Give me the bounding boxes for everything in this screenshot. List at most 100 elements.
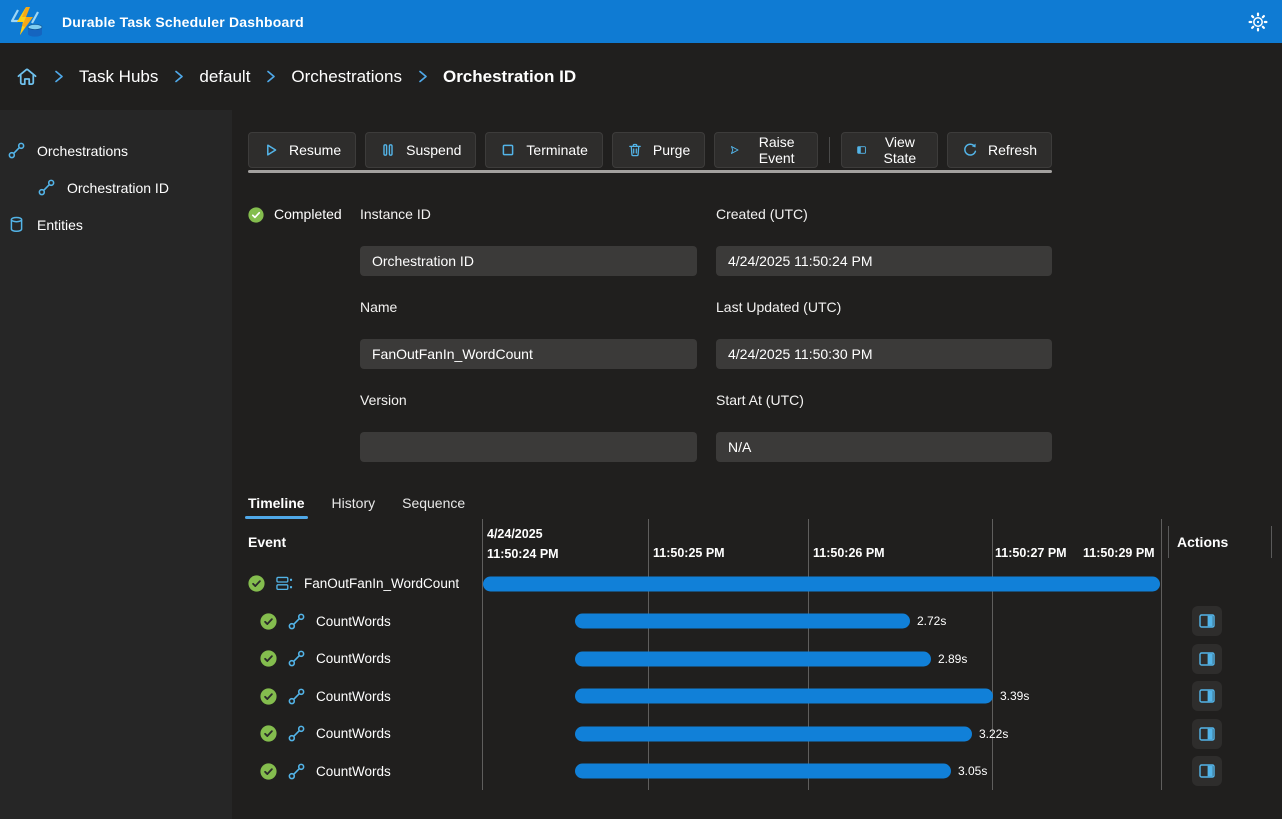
created-input[interactable]	[716, 246, 1052, 276]
app-logo-icon	[10, 6, 44, 38]
event-name: FanOutFanIn_WordCount	[304, 576, 459, 591]
actions-cell	[1161, 681, 1282, 711]
axis-tick: 11:50:26 PM	[813, 546, 885, 560]
split-panel-icon	[1199, 689, 1215, 703]
status-label: Completed	[274, 206, 342, 222]
toolbar-divider	[248, 170, 1052, 173]
event-name: CountWords	[316, 726, 391, 741]
refresh-icon	[962, 142, 978, 158]
link-icon	[288, 688, 305, 705]
sidebar-item-label: Orchestration ID	[67, 180, 169, 196]
duration-label: 3.39s	[1000, 689, 1029, 703]
settings-gear-icon[interactable]	[1248, 12, 1268, 32]
sidebar-item-orchestration-id[interactable]: Orchestration ID	[0, 169, 232, 206]
gantt-cell: 2.89s	[482, 640, 1161, 678]
axis-date: 4/24/2025	[487, 524, 559, 544]
app-header: Durable Task Scheduler Dashboard	[0, 0, 1282, 43]
duration-label: 3.22s	[979, 727, 1008, 741]
event-cell: CountWords	[232, 688, 482, 705]
actions-cell	[1161, 719, 1282, 749]
timeline-gantt: Event 4/24/2025 11:50:24 PM 11:50:25 PM …	[232, 519, 1282, 790]
refresh-button[interactable]: Refresh	[947, 132, 1052, 168]
actions-column-header: Actions	[1161, 519, 1282, 565]
durable-task-dashboard: Durable Task Scheduler Dashboard Task Hu…	[0, 0, 1282, 819]
suspend-button[interactable]: Suspend	[365, 132, 476, 168]
event-column-header: Event	[232, 519, 482, 565]
gantt-cell: 2.72s	[482, 603, 1161, 641]
duration-bar	[483, 576, 1160, 591]
duration-bar	[575, 764, 951, 779]
link-icon	[38, 179, 55, 196]
raise-event-button[interactable]: Raise Event	[714, 132, 818, 168]
tab-timeline[interactable]: Timeline	[248, 495, 305, 519]
last-updated-input[interactable]	[716, 339, 1052, 369]
tab-history[interactable]: History	[332, 495, 376, 519]
breadcrumb: Task Hubs default Orchestrations Orchest…	[0, 43, 1282, 110]
duration-label: 3.05s	[958, 764, 987, 778]
timeline-row: CountWords 2.72s	[232, 603, 1282, 641]
completed-check-icon	[248, 207, 264, 223]
trash-icon	[627, 142, 643, 158]
name-label: Name	[360, 299, 697, 315]
breadcrumb-default[interactable]: default	[199, 67, 250, 87]
toolbar-separator	[829, 137, 830, 163]
view-state-button[interactable]: View State	[841, 132, 938, 168]
orchestration-details: Completed Instance ID Created (UTC) Name	[248, 206, 1052, 462]
last-updated-label: Last Updated (UTC)	[716, 299, 1052, 315]
duration-bar	[575, 726, 972, 741]
instance-id-label: Instance ID	[360, 206, 697, 222]
event-cell: FanOutFanIn_WordCount	[232, 575, 482, 592]
name-input[interactable]	[360, 339, 697, 369]
field-version: Version	[360, 392, 697, 462]
start-at-label: Start At (UTC)	[716, 392, 1052, 408]
sidebar: Orchestrations Orchestration ID Entities	[0, 110, 232, 819]
breadcrumb-task-hubs[interactable]: Task Hubs	[79, 67, 158, 87]
link-icon	[288, 650, 305, 667]
orchestration-toolbar: Resume Suspend Terminate	[248, 110, 1052, 173]
duration-label: 2.89s	[938, 652, 967, 666]
axis-time: 11:50:24 PM	[487, 544, 559, 564]
split-panel-icon	[1199, 652, 1215, 666]
gantt-cell: 3.22s	[482, 715, 1161, 753]
view-state-action-button[interactable]	[1192, 644, 1222, 674]
terminate-button[interactable]: Terminate	[485, 132, 602, 168]
view-state-action-button[interactable]	[1192, 756, 1222, 786]
version-input[interactable]	[360, 432, 697, 462]
completed-check-icon	[248, 575, 265, 592]
field-created: Created (UTC)	[716, 206, 1052, 276]
purge-button[interactable]: Purge	[612, 132, 705, 168]
version-label: Version	[360, 392, 697, 408]
view-state-action-button[interactable]	[1192, 606, 1222, 636]
link-icon	[288, 613, 305, 630]
timeline-header: Event 4/24/2025 11:50:24 PM 11:50:25 PM …	[232, 519, 1282, 565]
view-state-action-button[interactable]	[1192, 719, 1222, 749]
actions-cell	[1161, 606, 1282, 636]
sidebar-item-orchestrations[interactable]: Orchestrations	[0, 132, 232, 169]
chevron-right-icon	[264, 69, 277, 84]
view-state-action-button[interactable]	[1192, 681, 1222, 711]
timeline-row: CountWords 3.39s	[232, 678, 1282, 716]
home-icon[interactable]	[16, 66, 38, 87]
split-panel-icon	[1199, 614, 1215, 628]
instance-id-input[interactable]	[360, 246, 697, 276]
completed-check-icon	[260, 688, 277, 705]
event-cell: CountWords	[232, 763, 482, 780]
pause-icon	[380, 142, 396, 158]
field-start-at: Start At (UTC)	[716, 392, 1052, 462]
event-cell: CountWords	[232, 725, 482, 742]
event-name: CountWords	[316, 651, 391, 666]
database-icon	[8, 216, 25, 233]
time-axis: 4/24/2025 11:50:24 PM 11:50:25 PM 11:50:…	[482, 519, 1161, 565]
completed-check-icon	[260, 725, 277, 742]
breadcrumb-orchestrations[interactable]: Orchestrations	[291, 67, 402, 87]
gantt-cell: 3.05s	[482, 753, 1161, 791]
sidebar-item-label: Entities	[37, 217, 83, 233]
actions-cell	[1161, 644, 1282, 674]
play-icon	[263, 142, 279, 158]
timeline-row: CountWords 3.05s	[232, 753, 1282, 791]
sidebar-item-entities[interactable]: Entities	[0, 206, 232, 243]
resume-button[interactable]: Resume	[248, 132, 356, 168]
event-cell: CountWords	[232, 650, 482, 667]
tab-sequence[interactable]: Sequence	[402, 495, 465, 519]
start-at-input[interactable]	[716, 432, 1052, 462]
